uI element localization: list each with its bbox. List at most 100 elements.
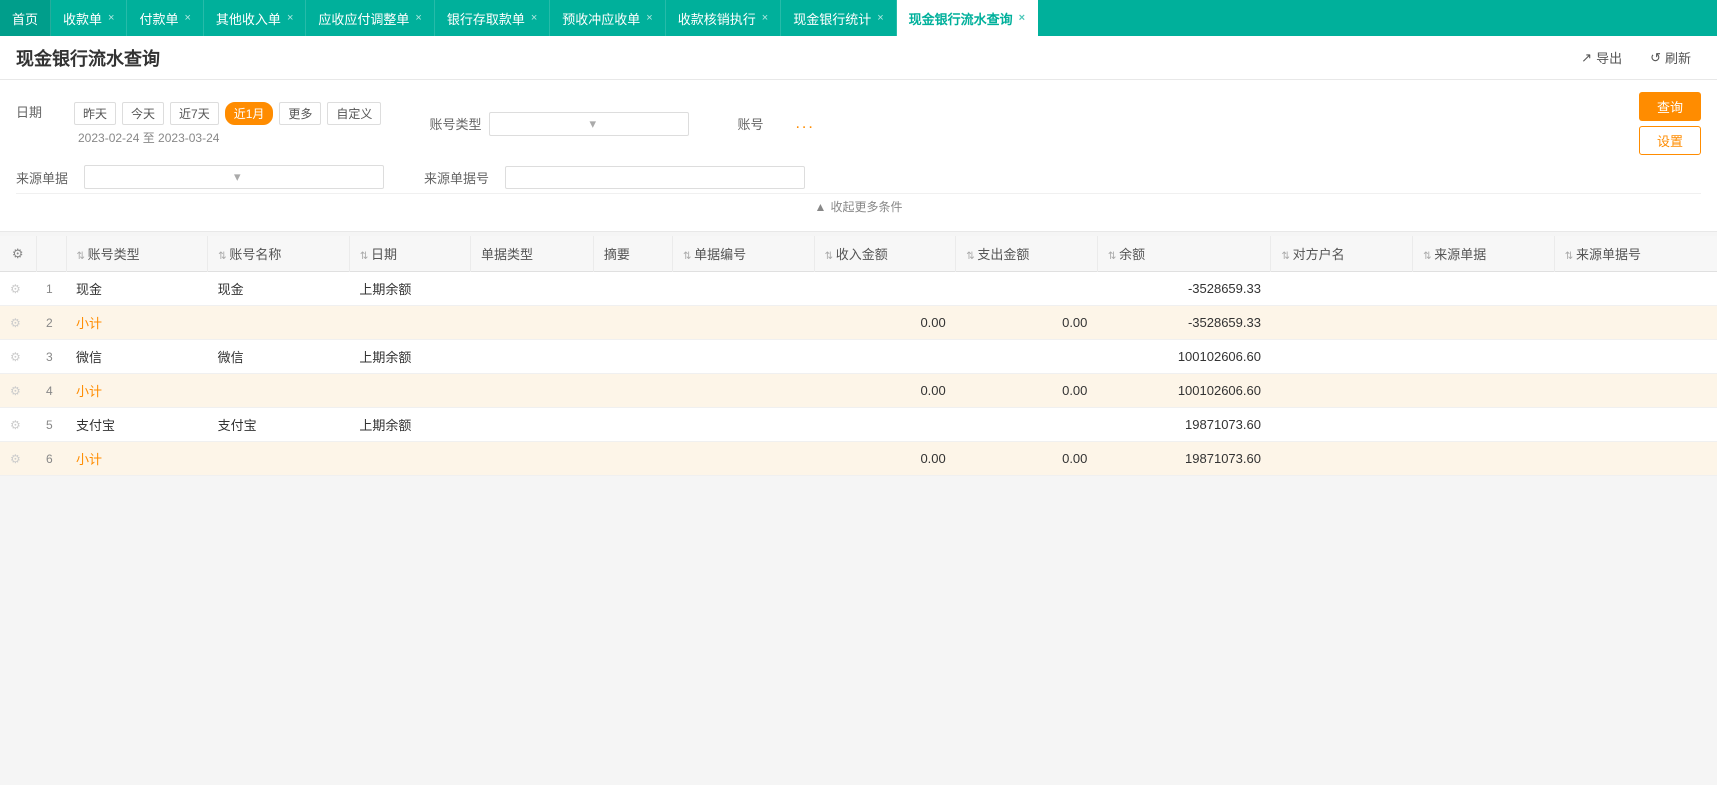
row-gear-icon[interactable]: ⚙ xyxy=(10,350,21,364)
nav-close-icon[interactable]: × xyxy=(646,12,652,24)
col-header-source_bill_no[interactable]: ⇅ 来源单据号 xyxy=(1554,236,1717,272)
date-option-more[interactable]: 更多 xyxy=(279,102,321,125)
cell-summary xyxy=(593,408,672,442)
settings-button[interactable]: 设置 xyxy=(1639,126,1701,155)
cell-expense: 0.00 xyxy=(956,374,1098,408)
date-options: 昨天今天近7天近1月更多自定义 xyxy=(74,102,381,125)
data-table: ⚙⇅ 账号类型⇅ 账号名称⇅ 日期单据类型摘要⇅ 单据编号⇅ 收入金额⇅ 支出金… xyxy=(0,236,1717,476)
nav-close-icon[interactable]: × xyxy=(877,12,883,24)
cell-counterpart xyxy=(1271,442,1413,476)
cell-bill_type xyxy=(470,408,593,442)
cell-date: 上期余额 xyxy=(349,272,470,306)
cell-bill_type xyxy=(470,272,593,306)
row-gear-icon[interactable]: ⚙ xyxy=(10,316,21,330)
col-header-account_name[interactable]: ⇅ 账号名称 xyxy=(208,236,350,272)
cell-counterpart xyxy=(1271,374,1413,408)
col-header-expense[interactable]: ⇅ 支出金额 xyxy=(956,236,1098,272)
cell-expense xyxy=(956,340,1098,374)
date-option-custom[interactable]: 自定义 xyxy=(327,102,381,125)
col-header-date[interactable]: ⇅ 日期 xyxy=(349,236,470,272)
nav-item-receipt-verify[interactable]: 收款核销执行× xyxy=(666,0,781,36)
nav-close-icon[interactable]: × xyxy=(108,12,114,24)
nav-item-ar-ap-adjust[interactable]: 应收应付调整单 × xyxy=(306,0,434,36)
col-header-income[interactable]: ⇅ 收入金额 xyxy=(814,236,956,272)
table-row: ⚙1现金现金上期余额-3528659.33 xyxy=(0,272,1717,306)
col-label: 单据编号 xyxy=(694,247,746,262)
row-gear-icon[interactable]: ⚙ xyxy=(10,384,21,398)
cell-bill_no xyxy=(672,340,814,374)
nav-label: 银行存取款单 xyxy=(447,9,525,28)
source-bill-select[interactable]: ▾ xyxy=(84,165,384,189)
col-label: 来源单据 xyxy=(1434,247,1486,262)
row-gear-icon[interactable]: ⚙ xyxy=(10,418,21,432)
row-gear-icon[interactable]: ⚙ xyxy=(10,282,21,296)
cell-gear: ⚙ xyxy=(0,340,36,374)
col-label: 来源单据号 xyxy=(1576,247,1641,262)
col-header-balance[interactable]: ⇅ 余额 xyxy=(1097,236,1271,272)
cell-balance: 100102606.60 xyxy=(1097,340,1271,374)
nav-item-cash-bank-stat[interactable]: 现金银行统计× xyxy=(781,0,896,36)
account-type-select[interactable]: ▾ xyxy=(489,112,689,136)
date-option-7days[interactable]: 近7天 xyxy=(170,102,219,125)
nav-label: 现金银行流水查询 xyxy=(909,9,1013,28)
date-option-today[interactable]: 今天 xyxy=(122,102,164,125)
cell-source_bill_no xyxy=(1554,408,1717,442)
col-header-bill_no[interactable]: ⇅ 单据编号 xyxy=(672,236,814,272)
cell-expense xyxy=(956,272,1098,306)
export-icon: ↗ xyxy=(1581,50,1592,66)
nav-item-payment[interactable]: 付款单× xyxy=(127,0,203,36)
col-header-gear: ⚙ xyxy=(0,236,36,272)
query-button[interactable]: 查询 xyxy=(1639,92,1701,121)
col-header-account_type[interactable]: ⇅ 账号类型 xyxy=(66,236,208,272)
table-row: ⚙4小计0.000.00100102606.60 xyxy=(0,374,1717,408)
cell-source_bill xyxy=(1413,340,1555,374)
filter-row-1: 日期 昨天今天近7天近1月更多自定义 2023-02-24 至 2023-03-… xyxy=(16,92,1701,155)
nav-item-bank-deposit[interactable]: 银行存取款单 × xyxy=(435,0,550,36)
source-bill-no-input[interactable] xyxy=(505,166,805,189)
col-header-source_bill[interactable]: ⇅ 来源单据 xyxy=(1413,236,1555,272)
col-header-no xyxy=(36,236,66,272)
cell-account_name xyxy=(208,306,350,340)
cell-summary xyxy=(593,340,672,374)
account-dots-button[interactable]: ... xyxy=(795,115,814,133)
date-option-yesterday[interactable]: 昨天 xyxy=(74,102,116,125)
export-button[interactable]: ↗ 导出 xyxy=(1571,44,1632,71)
col-header-counterpart[interactable]: ⇅ 对方户名 xyxy=(1271,236,1413,272)
nav-item-prepay-offset[interactable]: 预收冲应收单× xyxy=(550,0,665,36)
col-header-summary: 摘要 xyxy=(593,236,672,272)
cell-source_bill_no xyxy=(1554,340,1717,374)
cell-source_bill xyxy=(1413,272,1555,306)
nav-close-icon[interactable]: × xyxy=(762,12,768,24)
sort-icon: ⇅ xyxy=(1565,251,1576,262)
nav-close-icon[interactable]: × xyxy=(287,12,293,24)
nav-item-cash-bank-flow[interactable]: 现金银行流水查询 × xyxy=(897,0,1038,36)
date-option-1month[interactable]: 近1月 xyxy=(225,102,274,125)
account-type-label: 账号类型 xyxy=(429,114,481,133)
cell-gear: ⚙ xyxy=(0,442,36,476)
row-gear-icon[interactable]: ⚙ xyxy=(10,452,21,466)
cell-source_bill_no xyxy=(1554,306,1717,340)
nav-item-home[interactable]: 首页 xyxy=(0,0,51,36)
nav-item-other-income[interactable]: 其他收入单× xyxy=(204,0,306,36)
cell-summary xyxy=(593,272,672,306)
collapse-filter-button[interactable]: ▲ 收起更多条件 xyxy=(16,193,1701,219)
nav-close-icon[interactable]: × xyxy=(415,12,421,24)
cell-account_name: 微信 xyxy=(208,340,350,374)
nav-close-icon[interactable]: × xyxy=(1019,12,1025,24)
refresh-icon: ↺ xyxy=(1650,50,1661,66)
cell-account_type: 支付宝 xyxy=(66,408,208,442)
nav-label: 应收应付调整单 xyxy=(318,9,409,28)
nav-close-icon[interactable]: × xyxy=(531,12,537,24)
page-header: 现金银行流水查询 ↗ 导出 ↺ 刷新 xyxy=(0,36,1717,80)
nav-close-icon[interactable]: × xyxy=(184,12,190,24)
gear-settings-icon[interactable]: ⚙ xyxy=(12,246,24,261)
cell-bill_no xyxy=(672,408,814,442)
col-label: 收入金额 xyxy=(836,247,888,262)
sort-icon: ⇅ xyxy=(77,251,88,262)
refresh-button[interactable]: ↺ 刷新 xyxy=(1640,44,1701,71)
sort-icon: ⇅ xyxy=(966,251,977,262)
table-row: ⚙3微信微信上期余额100102606.60 xyxy=(0,340,1717,374)
col-label: 余额 xyxy=(1119,247,1145,262)
table-body: ⚙1现金现金上期余额-3528659.33⚙2小计0.000.00-352865… xyxy=(0,272,1717,476)
nav-item-receipt[interactable]: 收款单× xyxy=(51,0,127,36)
